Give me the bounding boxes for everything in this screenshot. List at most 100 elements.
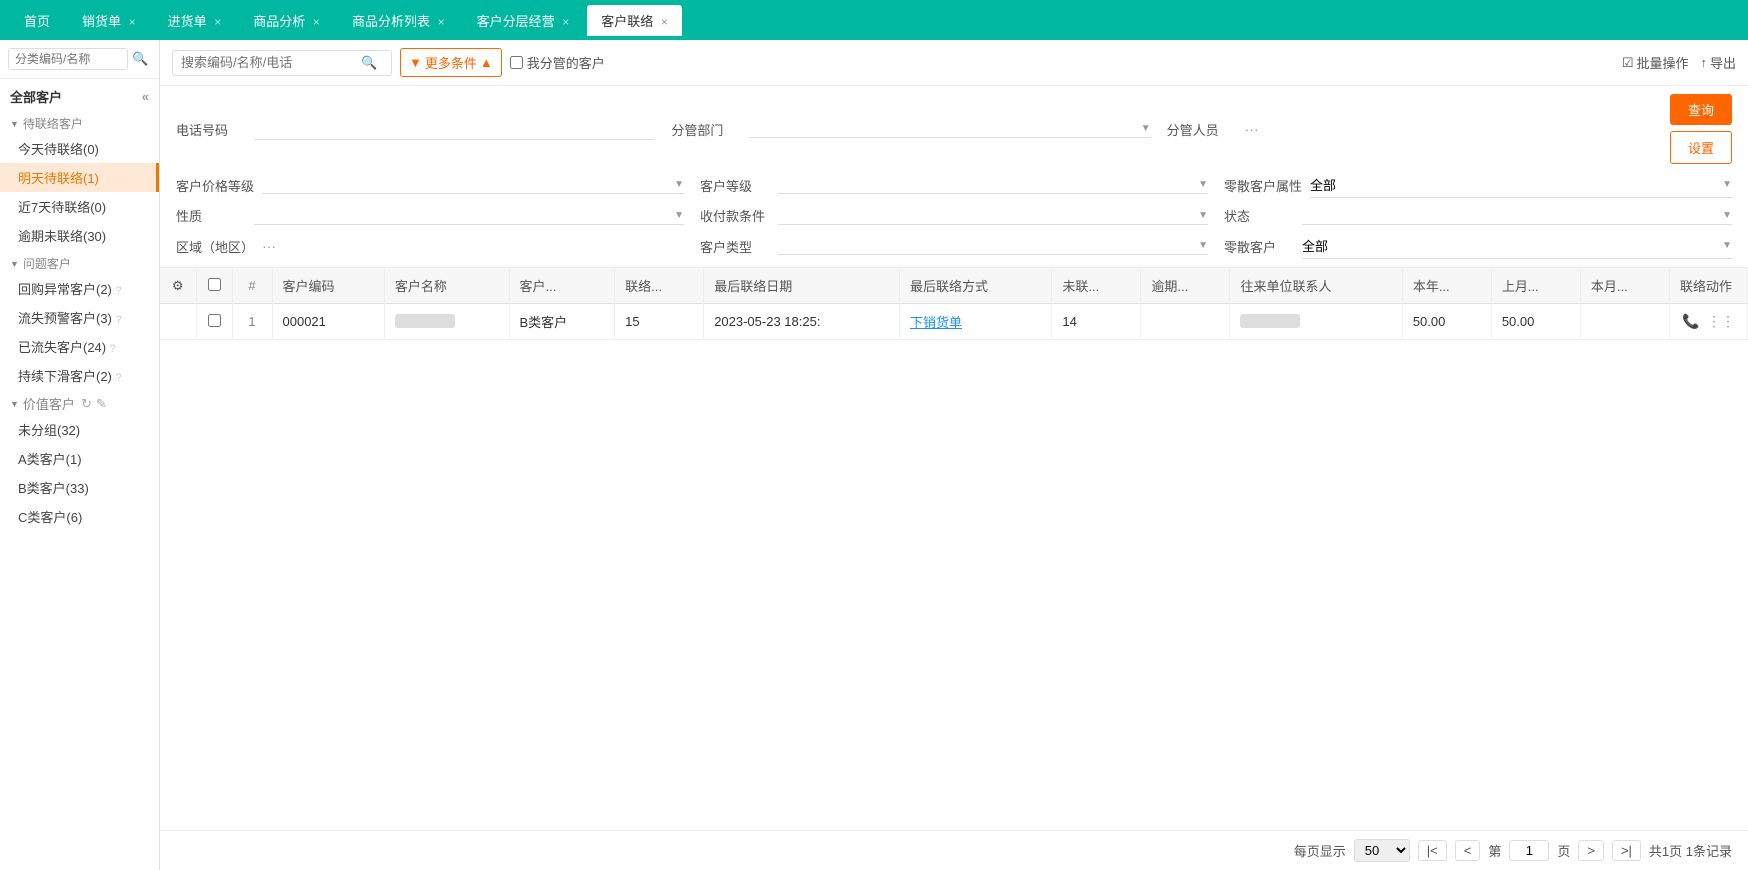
col-last-contact-method[interactable]: 最后联络方式 xyxy=(900,268,1052,304)
sidebar-item-ungrouped[interactable]: 未分组(32) xyxy=(0,415,159,444)
col-this-month[interactable]: 本月... xyxy=(1580,268,1669,304)
person-dots[interactable]: ··· xyxy=(1245,121,1259,137)
phone-input[interactable] xyxy=(254,118,655,140)
close-icon[interactable]: × xyxy=(313,15,320,29)
col-customer-code[interactable]: 客户编码 xyxy=(272,268,384,304)
batch-operation-button[interactable]: ☑ 批量操作 xyxy=(1622,53,1689,72)
retail-customer-label: 零散客户 xyxy=(1224,237,1294,256)
nav-product-analysis[interactable]: 商品分析 × xyxy=(239,5,334,36)
sidebar-item-declining[interactable]: 持续下滑客户(2) ? xyxy=(0,361,159,390)
my-customers-checkbox-label[interactable]: 我分管的客户 xyxy=(510,53,605,72)
sidebar-item-warning[interactable]: 流失预警客户(3) ? xyxy=(0,303,159,332)
row-num: 1 xyxy=(232,304,272,340)
sidebar-item-b-class[interactable]: B类客户(33) xyxy=(0,473,159,502)
my-customers-checkbox[interactable] xyxy=(510,56,523,69)
sidebar-item-c-class[interactable]: C类客户(6) xyxy=(0,502,159,531)
col-overdue[interactable]: 逾期... xyxy=(1141,268,1230,304)
nav-home[interactable]: 首页 xyxy=(10,5,64,36)
col-unit-contact[interactable]: 往来单位联系人 xyxy=(1230,268,1402,304)
nature-select[interactable]: ▼ xyxy=(254,207,684,225)
more-filter-button[interactable]: ▼ 更多条件 ▲ xyxy=(400,48,502,77)
price-level-field: 客户价格等级 ▼ xyxy=(176,176,684,195)
per-page-select[interactable]: 50 20 100 xyxy=(1354,839,1410,862)
sidebar-item-lost[interactable]: 已流失客户(24) ? xyxy=(0,332,159,361)
select-all-checkbox[interactable] xyxy=(208,278,221,291)
close-icon[interactable]: × xyxy=(661,15,668,29)
col-check[interactable] xyxy=(196,268,232,304)
row-last-method[interactable]: 下销货单 xyxy=(900,304,1052,340)
nav-sales[interactable]: 销货单 × xyxy=(68,5,150,36)
sidebar-item-a-class[interactable]: A类客户(1) xyxy=(0,444,159,473)
refresh-icon[interactable]: ↻ xyxy=(81,396,92,412)
region-dots[interactable]: ··· xyxy=(262,238,276,254)
dept-select[interactable]: ▼ xyxy=(749,120,1150,138)
col-gear[interactable]: ⚙ xyxy=(160,268,196,304)
more-action-icon[interactable]: ⋮⋮ xyxy=(1707,313,1735,329)
collapse-icon[interactable]: « xyxy=(142,89,149,104)
customer-type-select[interactable]: ▼ xyxy=(778,237,1208,255)
customer-level-label: 客户等级 xyxy=(700,176,770,195)
col-contact[interactable]: 联络... xyxy=(615,268,704,304)
retail-customer-select[interactable]: 全部 ▼ xyxy=(1302,233,1732,259)
phone-action-icon[interactable]: 📞 xyxy=(1682,313,1699,329)
search-input[interactable] xyxy=(181,55,361,70)
prev-page-button[interactable]: < xyxy=(1455,840,1481,861)
setting-button[interactable]: 设置 xyxy=(1670,131,1732,164)
top-navigation: 首页 销货单 × 进货单 × 商品分析 × 商品分析列表 × 客户分层经营 × … xyxy=(0,0,1748,40)
problem-customers-group[interactable]: 问题客户 xyxy=(0,250,159,274)
pending-contact-group[interactable]: 待联络客户 xyxy=(0,110,159,134)
col-last-contact-date[interactable]: 最后联络日期 xyxy=(704,268,900,304)
col-not-linked[interactable]: 未联... xyxy=(1052,268,1141,304)
sidebar-item-7days[interactable]: 近7天待联络(0) xyxy=(0,192,159,221)
sidebar-item-tomorrow[interactable]: 明天待联络(1) xyxy=(0,163,159,192)
sidebar-item-overdue[interactable]: 逾期未联络(30) xyxy=(0,221,159,250)
col-customer-type[interactable]: 客户... xyxy=(509,268,615,304)
first-page-button[interactable]: |< xyxy=(1418,840,1447,861)
sidebar-search-icon[interactable]: 🔍 xyxy=(132,51,148,67)
close-icon[interactable]: × xyxy=(562,15,569,29)
row-checkbox[interactable] xyxy=(208,314,221,327)
next-page-button[interactable]: > xyxy=(1578,840,1604,861)
nav-product-list[interactable]: 商品分析列表 × xyxy=(338,5,459,36)
filter-panel: 电话号码 分管部门 ▼ 分管人员 ··· 查询 设置 xyxy=(160,86,1748,268)
value-customers-group[interactable]: 价值客户 ↻ ✎ xyxy=(0,390,159,415)
close-icon[interactable]: × xyxy=(129,15,136,29)
row-actions: 📞 ⋮⋮ xyxy=(1669,304,1747,340)
nav-customer-tier[interactable]: 客户分层经营 × xyxy=(463,5,584,36)
sidebar-item-abnormal[interactable]: 回购异常客户(2) ? xyxy=(0,274,159,303)
last-page-button[interactable]: >| xyxy=(1612,840,1641,861)
status-label: 状态 xyxy=(1224,206,1294,225)
price-level-select[interactable]: ▼ xyxy=(262,176,684,194)
row-check[interactable] xyxy=(196,304,232,340)
close-icon[interactable]: × xyxy=(214,15,221,29)
payment-label: 收付款条件 xyxy=(700,206,770,225)
caret-icon: ▲ xyxy=(480,55,493,70)
query-button[interactable]: 查询 xyxy=(1670,94,1732,125)
customer-level-select[interactable]: ▼ xyxy=(778,176,1208,194)
close-icon[interactable]: × xyxy=(438,15,445,29)
customer-table: ⚙ # 客户编码 客户名称 客户... 联络... 最后联络日期 最后联络方式 … xyxy=(160,268,1748,340)
sidebar-item-today[interactable]: 今天待联络(0) xyxy=(0,134,159,163)
table-row: 1 000021 ████ B类客户 15 2023-05-23 18:25: … xyxy=(160,304,1748,340)
sidebar-search-input[interactable] xyxy=(8,48,128,70)
export-button[interactable]: ↑ 导出 xyxy=(1700,53,1736,72)
status-select[interactable]: ▼ xyxy=(1302,207,1732,225)
row-code[interactable]: 000021 xyxy=(272,304,384,340)
region-label: 区域（地区） xyxy=(176,237,254,256)
per-page-label: 每页显示 xyxy=(1294,841,1346,860)
payment-select[interactable]: ▼ xyxy=(778,207,1208,225)
search-icon[interactable]: 🔍 xyxy=(361,55,377,71)
nav-customer-contact[interactable]: 客户联络 × xyxy=(587,5,682,36)
table-header: ⚙ # 客户编码 客户名称 客户... 联络... 最后联络日期 最后联络方式 … xyxy=(160,268,1748,304)
col-last-month[interactable]: 上月... xyxy=(1491,268,1580,304)
retail-attr-select[interactable]: 全部 ▼ xyxy=(1310,172,1732,198)
col-customer-name[interactable]: 客户名称 xyxy=(384,268,509,304)
edit-icon[interactable]: ✎ xyxy=(96,396,107,412)
col-this-year[interactable]: 本年... xyxy=(1402,268,1491,304)
nav-purchase[interactable]: 进货单 × xyxy=(154,5,236,36)
page-label: 第 xyxy=(1488,841,1501,860)
price-level-label: 客户价格等级 xyxy=(176,176,254,195)
filter-row-4: 区域（地区） ··· 客户类型 ▼ 零散客户 全部 ▼ xyxy=(176,233,1732,259)
page-input[interactable] xyxy=(1509,840,1549,861)
row-name[interactable]: ████ xyxy=(384,304,509,340)
